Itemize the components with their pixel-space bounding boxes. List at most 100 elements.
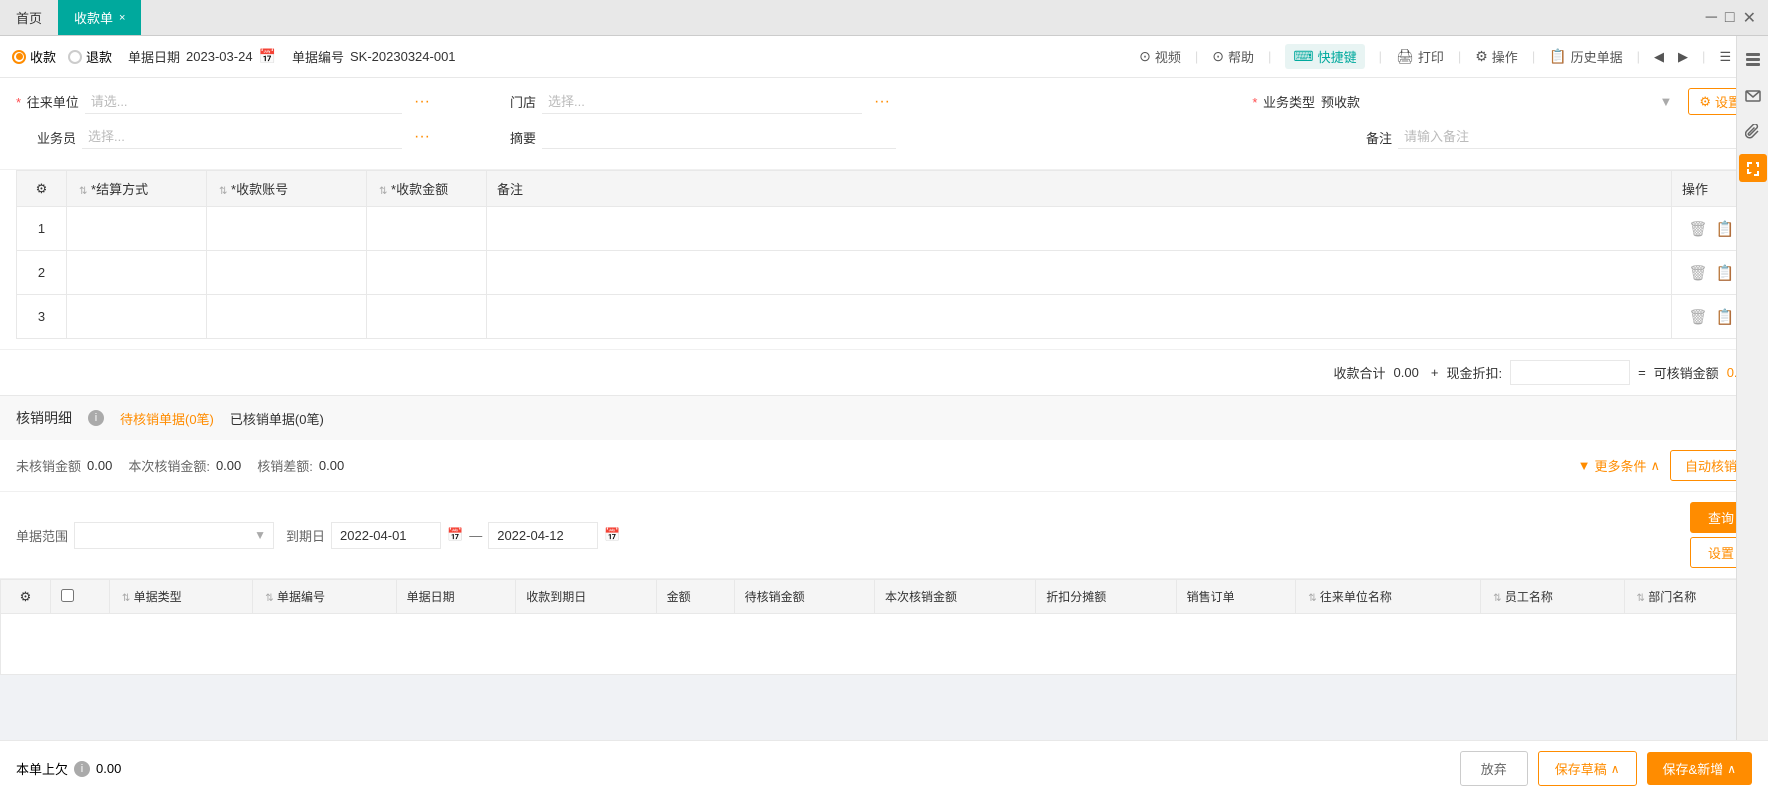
due-date-field: 到期日 📅 — 📅 [286,522,620,549]
remark-cell[interactable] [487,251,1672,295]
more-conditions-btn[interactable]: ▼ 更多条件 ∧ [1578,456,1660,475]
filter-row: 单据范围 ▼ 到期日 📅 — 📅 查询 设置 [0,492,1768,579]
refund-radio[interactable]: 退款 [68,47,112,66]
select-all-checkbox[interactable] [61,589,74,602]
account-col-header: ⇅ *收款账号 [207,171,367,207]
abandon-btn[interactable]: 放弃 [1460,751,1528,786]
account-cell[interactable] [207,251,367,295]
info-icon-bottom[interactable]: i [74,761,90,777]
print-icon: 🖨 [1396,48,1414,65]
range-select-wrapper: ▼ [74,522,274,549]
receipt-radio[interactable]: 收款 [12,47,56,66]
sort-icon-partner: ⇅ [1308,593,1316,604]
settlement-cell[interactable] [67,295,207,339]
sort-icon-account: ⇅ [219,186,227,197]
discount-share-col-header: 折扣分摊额 [1036,580,1176,614]
save-new-btn[interactable]: 保存&新增 ∧ [1647,752,1752,785]
row-3-actions: 🗑 📋 [1682,308,1741,326]
date-start-calendar-icon[interactable]: 📅 [447,527,463,543]
remark-cell[interactable] [487,295,1672,339]
settlement-cell[interactable] [67,251,207,295]
doc-number-col-header: ⇅ 单据编号 [253,580,396,614]
table-row: 1 🗑 📋 [17,207,1752,251]
uncleaned-stat: 未核销金额 0.00 [16,456,112,475]
row-1-copy-icon[interactable]: 📋 [1716,220,1735,238]
refund-radio-dot [68,50,82,64]
detail-settings-icon[interactable]: ⚙ [20,589,32,604]
sidebar-attachment-icon[interactable] [1739,118,1767,146]
bottom-left: 本单上欠 i 0.00 [16,759,121,778]
table-row: 2 🗑 📋 [17,251,1752,295]
date-end-calendar-icon[interactable]: 📅 [604,527,620,543]
summary-row: 收款合计 0.00 + 现金折扣: = 可核销金额 0.00 [0,349,1768,395]
row-1-actions: 🗑 📋 [1682,220,1741,238]
document-type-radio-group: 收款 退款 [12,47,112,66]
shop-field: 门店 ··· [476,90,896,114]
window-max-icon[interactable]: □ [1725,9,1735,27]
doc-date-col-header: 单据日期 [396,580,516,614]
doc-type-col-header: ⇅ 单据类型 [109,580,252,614]
col-settings-icon[interactable]: ⚙ [36,181,48,196]
table-area: ⚙ ⇅ *结算方式 ⇅ *收款账号 ⇅ *收款金额 备注 操作 [0,170,1768,349]
remark-cell[interactable] [487,207,1672,251]
list-view-icon[interactable]: ☰ [1719,49,1731,65]
due-date-end-input[interactable] [488,522,598,549]
pending-tab[interactable]: 待核销单据(0笔) [120,409,214,428]
save-draft-btn[interactable]: 保存草稿 ∧ [1538,751,1637,786]
staff-more-btn[interactable]: ··· [408,128,436,146]
row-2-delete-icon[interactable]: 🗑 [1689,264,1708,282]
amount-cell[interactable] [367,251,487,295]
date-calendar-icon[interactable]: 📅 [259,48,276,65]
sidebar-expand-icon[interactable] [1739,154,1767,182]
print-btn[interactable]: 🖨 打印 [1396,47,1444,66]
account-cell[interactable] [207,207,367,251]
settlement-col-header: ⇅ *结算方式 [67,171,207,207]
shortcut-btn[interactable]: ⌨ 快捷键 [1285,44,1364,69]
help-btn[interactable]: ⊙ 帮助 [1212,47,1254,66]
tab-bar: 首页 收款单 × ─ □ ✕ [0,0,1768,36]
window-close-icon[interactable]: ✕ [1743,8,1756,28]
amount-cell[interactable] [367,295,487,339]
business-type-dropdown-icon[interactable]: ▼ [1659,94,1672,109]
nav-right-btn[interactable]: ▶ [1678,49,1688,65]
settings-col-header[interactable]: ⚙ [17,171,67,207]
partner-input[interactable] [85,90,402,114]
discount-input[interactable] [1510,360,1630,385]
shop-input[interactable] [542,90,862,114]
account-cell[interactable] [207,295,367,339]
diff-stat: 核销差额: 0.00 [257,456,344,475]
video-btn[interactable]: ⊙ 视频 [1139,47,1181,66]
stats-row: 未核销金额 0.00 本次核销金额: 0.00 核销差额: 0.00 ▼ 更多条… [0,440,1768,492]
history-btn[interactable]: 📋 历史单据 [1549,47,1622,66]
shop-more-btn[interactable]: ··· [868,93,896,111]
row-2-copy-icon[interactable]: 📋 [1716,264,1735,282]
sidebar-email-icon[interactable] [1739,82,1767,110]
tab-home[interactable]: 首页 [0,0,58,35]
tab-receipt[interactable]: 收款单 × [58,0,141,35]
nav-left-btn[interactable]: ◀ [1654,49,1664,65]
number-field: 单据编号 SK-20230324-001 [292,47,456,66]
row-3-copy-icon[interactable]: 📋 [1716,308,1735,326]
staff-input[interactable] [82,125,402,149]
verification-info-icon[interactable]: i [88,410,104,426]
keyboard-icon: ⌨ [1293,48,1313,65]
done-tab[interactable]: 已核销单据(0笔) [230,409,324,428]
row-3-delete-icon[interactable]: 🗑 [1689,308,1708,326]
right-sidebar [1736,36,1768,796]
window-min-icon[interactable]: ─ [1706,9,1717,27]
row-1-delete-icon[interactable]: 🗑 [1689,220,1708,238]
form-row-1: * 往来单位 ··· 门店 ··· * 业务类型 预收款 [16,88,1752,115]
save-new-arrow-icon: ∧ [1727,762,1736,776]
note-field: 备注 [1332,125,1752,149]
tab-close-icon[interactable]: × [119,12,125,24]
due-date-start-input[interactable] [331,522,441,549]
partner-more-btn[interactable]: ··· [408,93,436,111]
settlement-cell[interactable] [67,207,207,251]
operation-btn[interactable]: ⚙ 操作 [1475,47,1518,66]
range-select[interactable] [74,522,274,549]
history-icon: 📋 [1549,48,1566,65]
amount-cell[interactable] [367,207,487,251]
note-input[interactable] [1398,125,1752,149]
sidebar-table-icon[interactable] [1739,46,1767,74]
summary-input[interactable] [542,125,896,149]
